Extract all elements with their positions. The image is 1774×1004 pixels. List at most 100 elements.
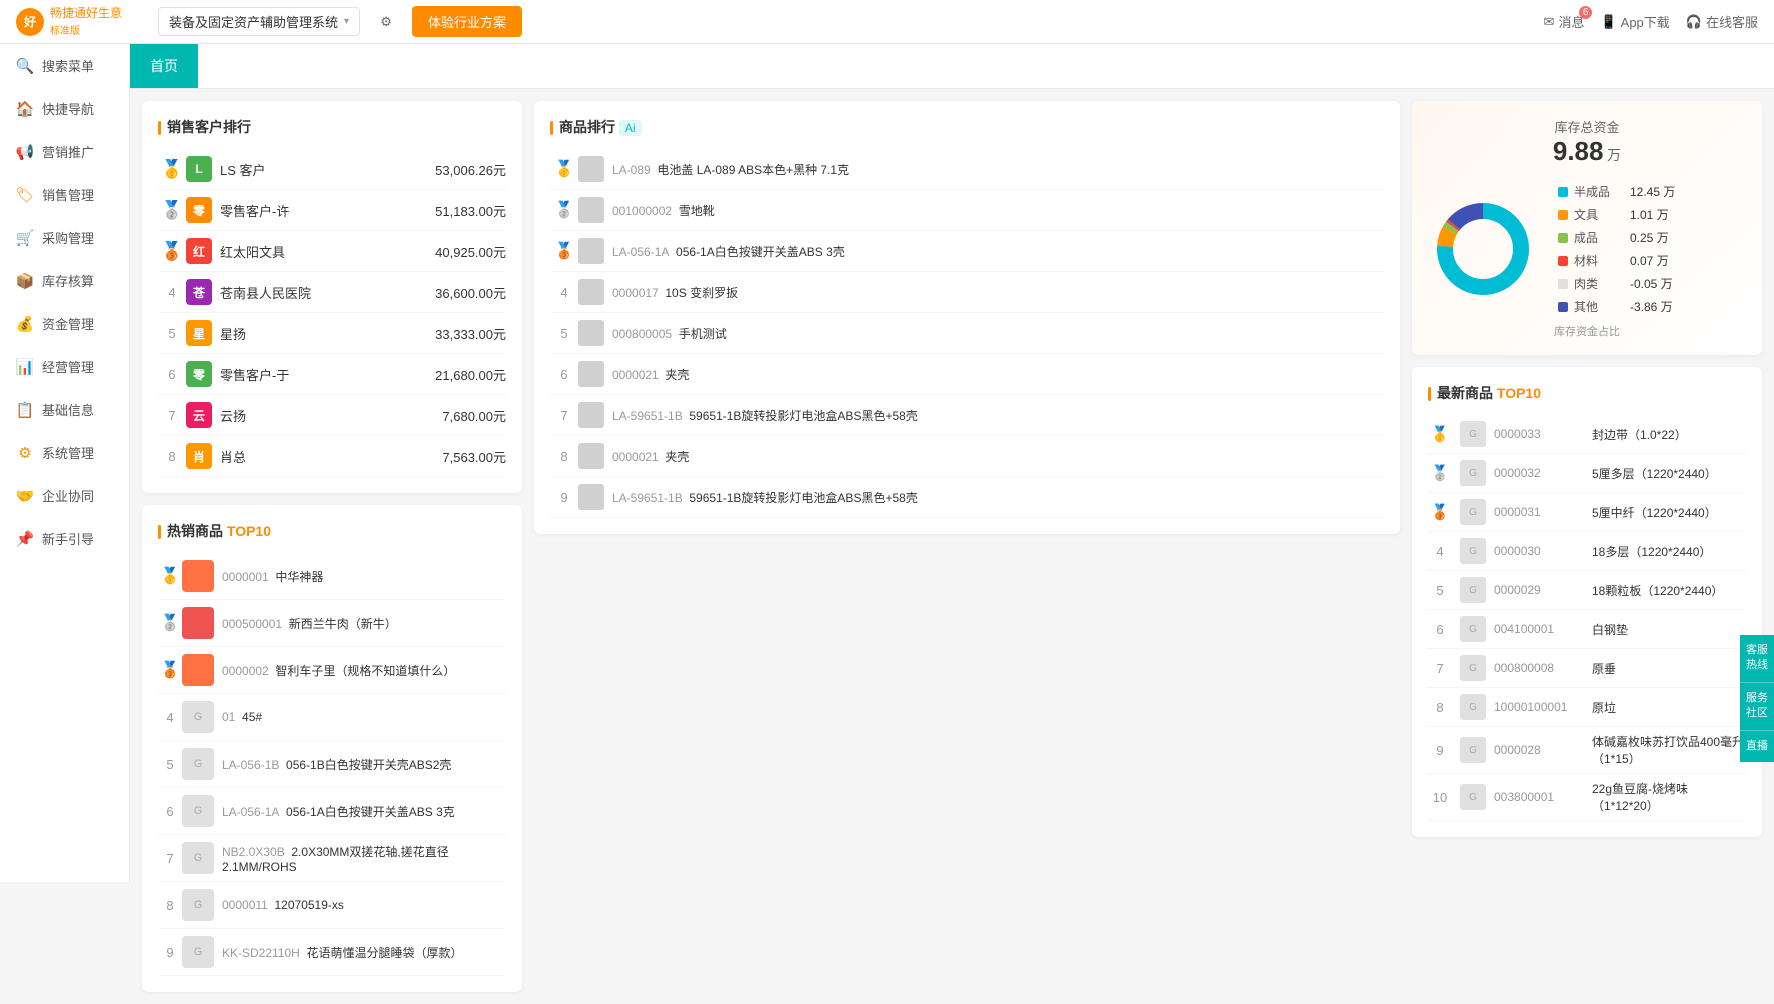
enterprise-icon: 🤝	[16, 487, 34, 505]
rank-number: 4	[1428, 544, 1452, 559]
customer-avatar: L	[186, 156, 212, 182]
rank-number: 9	[1428, 743, 1452, 758]
legend-item-stationery: 文具 1.01 万	[1558, 206, 1675, 223]
customer-amount: 7,680.00元	[442, 406, 506, 425]
product-info: 001000002 雪地靴	[612, 202, 1384, 219]
customer-amount: 21,680.00元	[435, 365, 506, 384]
rank-medal: 🥈	[1428, 464, 1452, 482]
newest-name: 封边带（1.0*22）	[1592, 426, 1746, 443]
product-rank-row: 9 LA-59651-1B 59651-1B旋转投影灯电池盒ABS黑色+58壳	[550, 477, 1384, 518]
rank-medal: 🥉	[158, 660, 182, 680]
sidebar-item-purchase[interactable]: 🛒 采购管理	[0, 216, 129, 259]
settings-icon[interactable]: ⚙	[372, 8, 400, 36]
legend-name: 肉类	[1574, 275, 1624, 292]
online-service-btn[interactable]: 🎧 在线客服	[1686, 12, 1758, 31]
newest-product-img: G	[1460, 655, 1486, 681]
newest-row: 🥉 G 0000031 5厘中纤（1220*2440）	[1428, 493, 1746, 532]
legend-value: 0.25 万	[1630, 229, 1669, 246]
newest-product-img: G	[1460, 694, 1486, 720]
legend-value: -0.05 万	[1630, 275, 1673, 292]
newest-product-img: G	[1460, 784, 1486, 810]
customer-ranking-title: 销售客户排行	[158, 117, 506, 137]
legend-value: 12.45 万	[1630, 183, 1675, 200]
sidebar-item-operation[interactable]: 📊 经营管理	[0, 345, 129, 388]
product-rank-row: 🥈 001000002 雪地靴	[550, 190, 1384, 231]
sidebar-label-inventory: 库存核算	[42, 271, 94, 290]
customer-avatar: 肖	[186, 443, 212, 469]
rank-number: 9	[550, 490, 578, 505]
rank-medal: 🥉	[1428, 503, 1452, 521]
nav-tabs: 首页	[130, 44, 1774, 89]
newest-name: 18颗粒板（1220*2440）	[1592, 582, 1746, 599]
rank-number: 7	[550, 408, 578, 423]
rank-number: 7	[158, 408, 186, 423]
customer-name: 星扬	[220, 324, 435, 343]
product-info: NB2.0X30B 2.0X30MM双搓花轴,搓花直径2.1MM/ROHS	[222, 843, 506, 874]
newest-code: 0000033	[1494, 427, 1584, 441]
rank-number: 7	[158, 851, 182, 866]
message-btn[interactable]: ✉ 消息 6	[1544, 12, 1585, 31]
sidebar-item-search[interactable]: 🔍 搜索菜单	[0, 44, 129, 87]
float-btn-service[interactable]: 客服热线	[1740, 635, 1774, 683]
product-info: 0000002 智利车子里（规格不知道填什么）	[222, 662, 506, 679]
product-info: 000800005 手机测试	[612, 325, 1384, 342]
sidebar-label-basic: 基础信息	[42, 400, 94, 419]
sidebar-item-basic[interactable]: 📋 基础信息	[0, 388, 129, 431]
product-row: 9 G KK-SD22110H 花语萌懂温分腿睡袋（厚款）	[158, 929, 506, 976]
newest-code: 000800008	[1494, 661, 1584, 675]
legend-name: 其他	[1574, 298, 1624, 315]
sidebar-item-marketing[interactable]: 📢 营销推广	[0, 130, 129, 173]
table-row: 6 零 零售客户-于 21,680.00元	[158, 354, 506, 395]
product-thumb	[578, 484, 604, 510]
newest-row: 4 G 0000030 18多层（1220*2440）	[1428, 532, 1746, 571]
float-btn-live[interactable]: 直播	[1740, 731, 1774, 762]
sidebar-item-inventory[interactable]: 📦 库存核算	[0, 259, 129, 302]
product-image-placeholder: G	[182, 701, 214, 733]
system-selector[interactable]: 装备及固定资产辅助管理系统 ▾	[158, 7, 360, 36]
app-download-btn[interactable]: 📱 App下载	[1600, 12, 1669, 31]
sidebar-item-system[interactable]: ⚙ 系统管理	[0, 431, 129, 474]
sidebar-item-nav[interactable]: 🏠 快捷导航	[0, 87, 129, 130]
legend-color-dot	[1558, 187, 1568, 197]
rank-number: 7	[1428, 661, 1452, 676]
rank-number: 4	[550, 285, 578, 300]
sidebar-item-enterprise[interactable]: 🤝 企业协同	[0, 474, 129, 517]
table-row: 🥇 L LS 客户 53,006.26元	[158, 149, 506, 190]
hot-products-title: 热销商品 TOP10	[158, 521, 506, 541]
product-thumb	[578, 402, 604, 428]
product-row: 🥉 0000002 智利车子里（规格不知道填什么）	[158, 647, 506, 694]
sidebar-label-nav: 快捷导航	[42, 99, 94, 118]
trial-button[interactable]: 体验行业方案	[412, 6, 522, 37]
legend-value: -3.86 万	[1630, 298, 1673, 315]
inventory-icon: 📦	[16, 272, 34, 290]
newest-name: 5厘多层（1220*2440）	[1592, 465, 1746, 482]
newest-name: 体碱嘉枚味苏打饮品400毫升（1*15）	[1592, 733, 1746, 767]
legend-name: 半成品	[1574, 183, 1624, 200]
newest-code: 10000100001	[1494, 700, 1584, 714]
rank-number: 8	[550, 449, 578, 464]
product-thumb	[578, 279, 604, 305]
legend-color-dot	[1558, 210, 1568, 220]
float-btn-community[interactable]: 服务社区	[1740, 683, 1774, 731]
float-buttons: 客服热线 服务社区 直播	[1740, 635, 1774, 762]
product-info: LA-59651-1B 59651-1B旋转投影灯电池盒ABS黑色+58壳	[612, 489, 1384, 506]
sidebar-item-guide[interactable]: 📌 新手引导	[0, 517, 129, 560]
products-ranking-card: 商品排行 Ai 🥇 LA-089 电池盖 LA-089 ABS本色+黑种 7.1…	[534, 101, 1400, 534]
left-column: 销售客户排行 🥇 L LS 客户 53,006.26元 🥈 零 零售客户-许	[142, 101, 522, 992]
rank-number: 8	[1428, 700, 1452, 715]
inventory-total: 库存总资金 9.88 万	[1428, 117, 1746, 167]
newest-code: 003800001	[1494, 790, 1584, 804]
newest-product-img: G	[1460, 577, 1486, 603]
sidebar-item-sales[interactable]: 🏷 销售管理	[0, 173, 129, 216]
logo-text: 畅捷通好生意	[50, 6, 122, 22]
center-column: 商品排行 Ai 🥇 LA-089 电池盖 LA-089 ABS本色+黑种 7.1…	[534, 101, 1400, 992]
sidebar-label-sales: 销售管理	[42, 185, 94, 204]
guide-icon: 📌	[16, 530, 34, 548]
tab-home[interactable]: 首页	[130, 44, 198, 88]
sidebar-label-search: 搜索菜单	[42, 56, 94, 75]
rank-number: 6	[550, 367, 578, 382]
table-row: 🥉 红 红太阳文具 40,925.00元	[158, 231, 506, 272]
product-row: 4 G 01 45#	[158, 694, 506, 741]
rank-medal: 🥈	[550, 200, 578, 220]
sidebar-item-finance[interactable]: 💰 资金管理	[0, 302, 129, 345]
